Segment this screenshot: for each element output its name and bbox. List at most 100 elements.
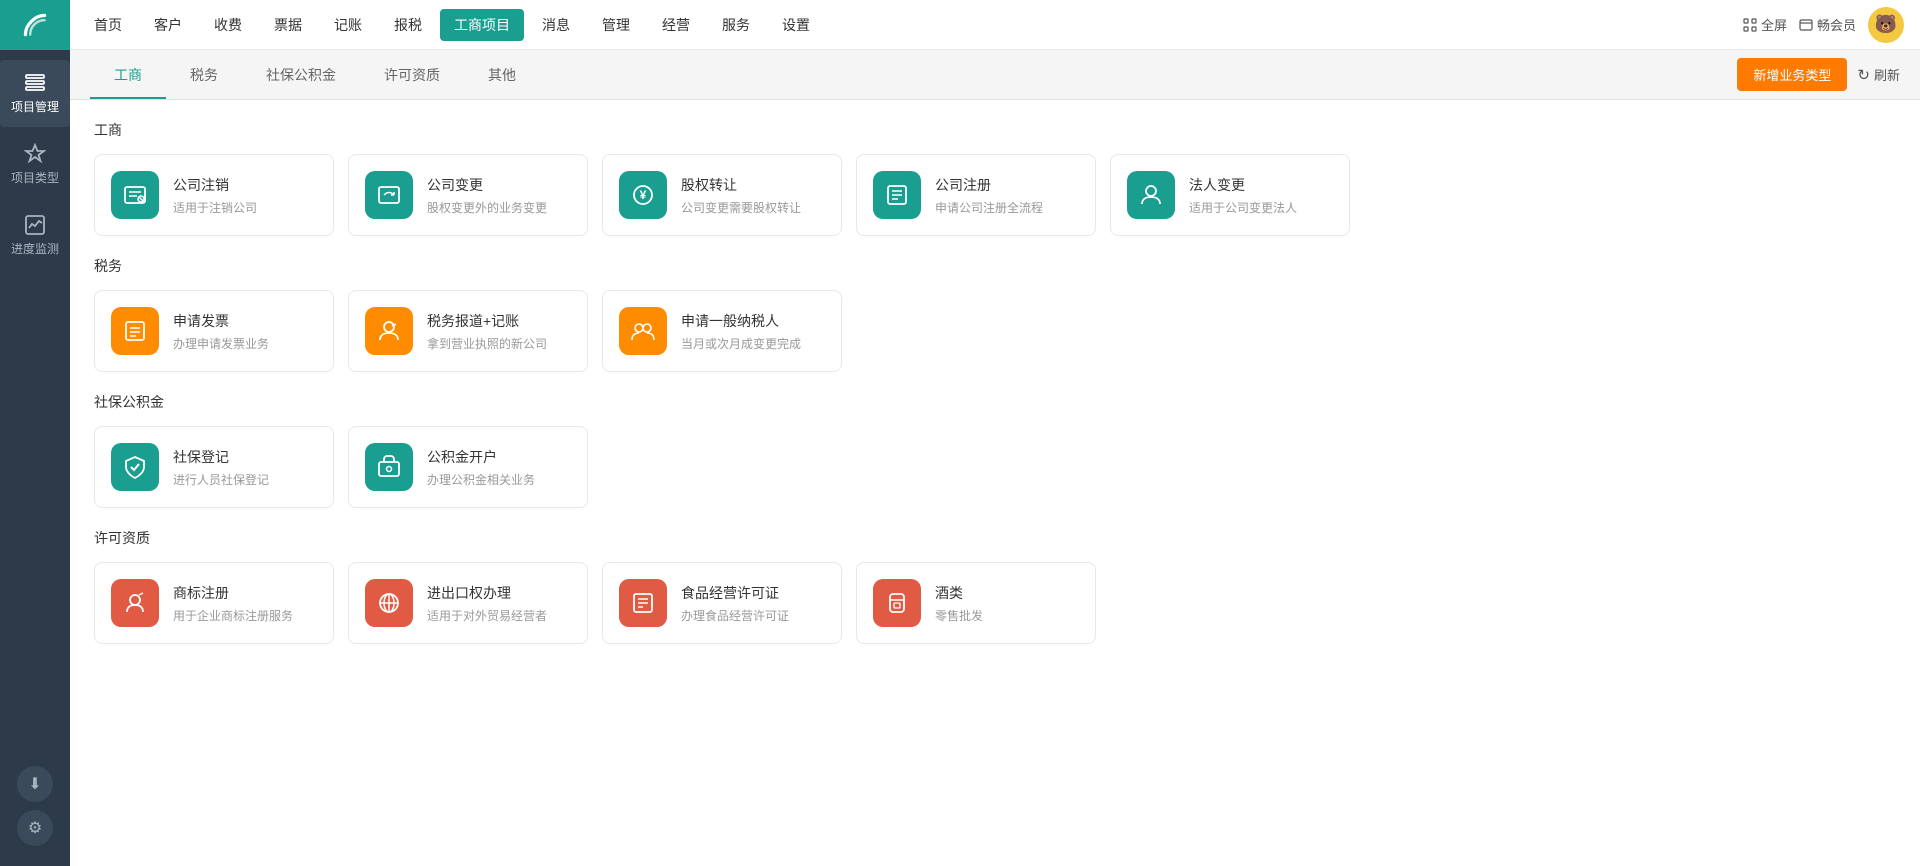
tab-工商[interactable]: 工商 [90,53,166,99]
card-0-2[interactable]: ¥ 股权转让公司变更需要股权转让 [602,154,842,236]
sidebar-item-project-type[interactable]: 项目类型 [0,131,70,198]
card-desc-股权转让: 公司变更需要股权转让 [681,199,825,216]
cards-grid-3: 商标注册用于企业商标注册服务 进出口权办理适用于对外贸易经营者 食品经营许可证办理食… [94,562,1896,644]
card-icon-申请一般纳税人 [619,307,667,355]
new-type-button[interactable]: 新增业务类型 [1737,58,1847,91]
sidebar-item-progress-monitor[interactable]: 进度监测 [0,202,70,269]
sidebar-label-progress-monitor: 进度监测 [11,240,59,257]
card-info-法人变更: 法人变更适用于公司变更法人 [1189,175,1333,216]
card-3-1[interactable]: 进出口权办理适用于对外贸易经营者 [348,562,588,644]
card-icon-公司注销 [111,171,159,219]
nav-item-记账[interactable]: 记账 [320,9,376,41]
card-info-公司注销: 公司注销适用于注销公司 [173,175,317,216]
sidebar-bottom: ⬇ ⚙ [17,766,53,866]
logo [0,0,70,50]
tab-税务[interactable]: 税务 [166,53,242,99]
card-desc-公司注册: 申请公司注册全流程 [935,199,1079,216]
card-name-公司变更: 公司变更 [427,175,571,195]
tab-bar-tabs: 工商税务社保公积金许可资质其他 [90,53,540,99]
refresh-label: 刷新 [1874,65,1900,84]
card-2-0[interactable]: 社保登记进行人员社保登记 [94,426,334,508]
card-name-申请发票: 申请发票 [173,311,317,331]
card-desc-申请一般纳税人: 当月或次月成变更完成 [681,335,825,352]
card-desc-公积金开户: 办理公积金相关业务 [427,471,571,488]
card-info-公积金开户: 公积金开户办理公积金相关业务 [427,447,571,488]
tab-其他[interactable]: 其他 [464,53,540,99]
card-info-申请一般纳税人: 申请一般纳税人当月或次月成变更完成 [681,311,825,352]
card-icon-税务报道+记账 [365,307,413,355]
card-info-食品经营许可证: 食品经营许可证办理食品经营许可证 [681,583,825,624]
card-info-公司注册: 公司注册申请公司注册全流程 [935,175,1079,216]
tab-许可资质[interactable]: 许可资质 [360,53,464,99]
card-3-3[interactable]: 酒类零售批发 [856,562,1096,644]
card-desc-社保登记: 进行人员社保登记 [173,471,317,488]
nav-item-收费[interactable]: 收费 [200,9,256,41]
card-name-进出口权办理: 进出口权办理 [427,583,571,603]
card-1-0[interactable]: 申请发票办理申请发票业务 [94,290,334,372]
nav-item-经营[interactable]: 经营 [648,9,704,41]
tab-bar: 工商税务社保公积金许可资质其他 新增业务类型 ↻ 刷新 [70,50,1920,100]
tab-社保公积金[interactable]: 社保公积金 [242,53,360,99]
nav-item-票据[interactable]: 票据 [260,9,316,41]
main-layout: 项目管理 项目类型 进度监测 ⬇ ⚙ 工商税务社保公积金许可资质其他 新增业务类… [0,50,1920,866]
card-desc-进出口权办理: 适用于对外贸易经营者 [427,607,571,624]
card-icon-公积金开户 [365,443,413,491]
tab-bar-actions: 新增业务类型 ↻ 刷新 [1737,58,1900,99]
nav-item-管理[interactable]: 管理 [588,9,644,41]
nav-item-设置[interactable]: 设置 [768,9,824,41]
cards-grid-1: 申请发票办理申请发票业务 税务报道+记账拿到营业执照的新公司 申请一般纳税人当月或次… [94,290,1896,372]
card-0-1[interactable]: 公司变更股权变更外的业务变更 [348,154,588,236]
card-info-酒类: 酒类零售批发 [935,583,1079,624]
card-1-2[interactable]: 申请一般纳税人当月或次月成变更完成 [602,290,842,372]
cards-grid-2: 社保登记进行人员社保登记 公积金开户办理公积金相关业务 [94,426,1896,508]
content-scroll: 工商公司注销适用于注销公司公司变更股权变更外的业务变更¥股权转让公司变更需要股权… [70,100,1920,866]
member-button[interactable]: 畅会员 [1799,15,1856,34]
settings-circle-button[interactable]: ⚙ [17,810,53,846]
card-2-1[interactable]: 公积金开户办理公积金相关业务 [348,426,588,508]
sidebar-item-project-management[interactable]: 项目管理 [0,60,70,127]
fullscreen-label: 全屏 [1761,15,1787,34]
avatar: 🐻 [1868,7,1904,43]
nav-item-消息[interactable]: 消息 [528,9,584,41]
card-name-申请一般纳税人: 申请一般纳税人 [681,311,825,331]
nav-item-工商项目[interactable]: 工商项目 [440,9,524,41]
download-button[interactable]: ⬇ [17,766,53,802]
section-title-3: 许可资质 [94,528,1896,548]
card-icon-社保登记 [111,443,159,491]
section-title-2: 社保公积金 [94,392,1896,412]
card-3-0[interactable]: 商标注册用于企业商标注册服务 [94,562,334,644]
card-info-股权转让: 股权转让公司变更需要股权转让 [681,175,825,216]
card-name-法人变更: 法人变更 [1189,175,1333,195]
card-icon-进出口权办理 [365,579,413,627]
refresh-button[interactable]: ↻ 刷新 [1857,65,1900,84]
fullscreen-button[interactable]: 全屏 [1743,15,1787,34]
card-desc-申请发票: 办理申请发票业务 [173,335,317,352]
card-name-商标注册: 商标注册 [173,583,317,603]
nav-item-首页[interactable]: 首页 [80,9,136,41]
card-info-进出口权办理: 进出口权办理适用于对外贸易经营者 [427,583,571,624]
section-title-1: 税务 [94,256,1896,276]
nav-item-报税[interactable]: 报税 [380,9,436,41]
card-icon-公司变更 [365,171,413,219]
card-3-2[interactable]: 食品经营许可证办理食品经营许可证 [602,562,842,644]
card-icon-酒类 [873,579,921,627]
sidebar-label-project-management: 项目管理 [11,98,59,115]
card-name-社保登记: 社保登记 [173,447,317,467]
card-info-税务报道+记账: 税务报道+记账拿到营业执照的新公司 [427,311,571,352]
nav-item-客户[interactable]: 客户 [140,9,196,41]
card-info-社保登记: 社保登记进行人员社保登记 [173,447,317,488]
card-0-3[interactable]: 公司注册申请公司注册全流程 [856,154,1096,236]
card-1-1[interactable]: 税务报道+记账拿到营业执照的新公司 [348,290,588,372]
nav-items: 首页客户收费票据记账报税工商项目消息管理经营服务设置 [70,9,1743,41]
card-icon-法人变更 [1127,171,1175,219]
svg-text:¥: ¥ [640,188,647,202]
card-icon-食品经营许可证 [619,579,667,627]
card-info-申请发票: 申请发票办理申请发票业务 [173,311,317,352]
card-0-4[interactable]: 法人变更适用于公司变更法人 [1110,154,1350,236]
nav-item-服务[interactable]: 服务 [708,9,764,41]
card-desc-商标注册: 用于企业商标注册服务 [173,607,317,624]
member-label: 畅会员 [1817,15,1856,34]
card-name-公司注销: 公司注销 [173,175,317,195]
card-0-0[interactable]: 公司注销适用于注销公司 [94,154,334,236]
card-name-税务报道+记账: 税务报道+记账 [427,311,571,331]
